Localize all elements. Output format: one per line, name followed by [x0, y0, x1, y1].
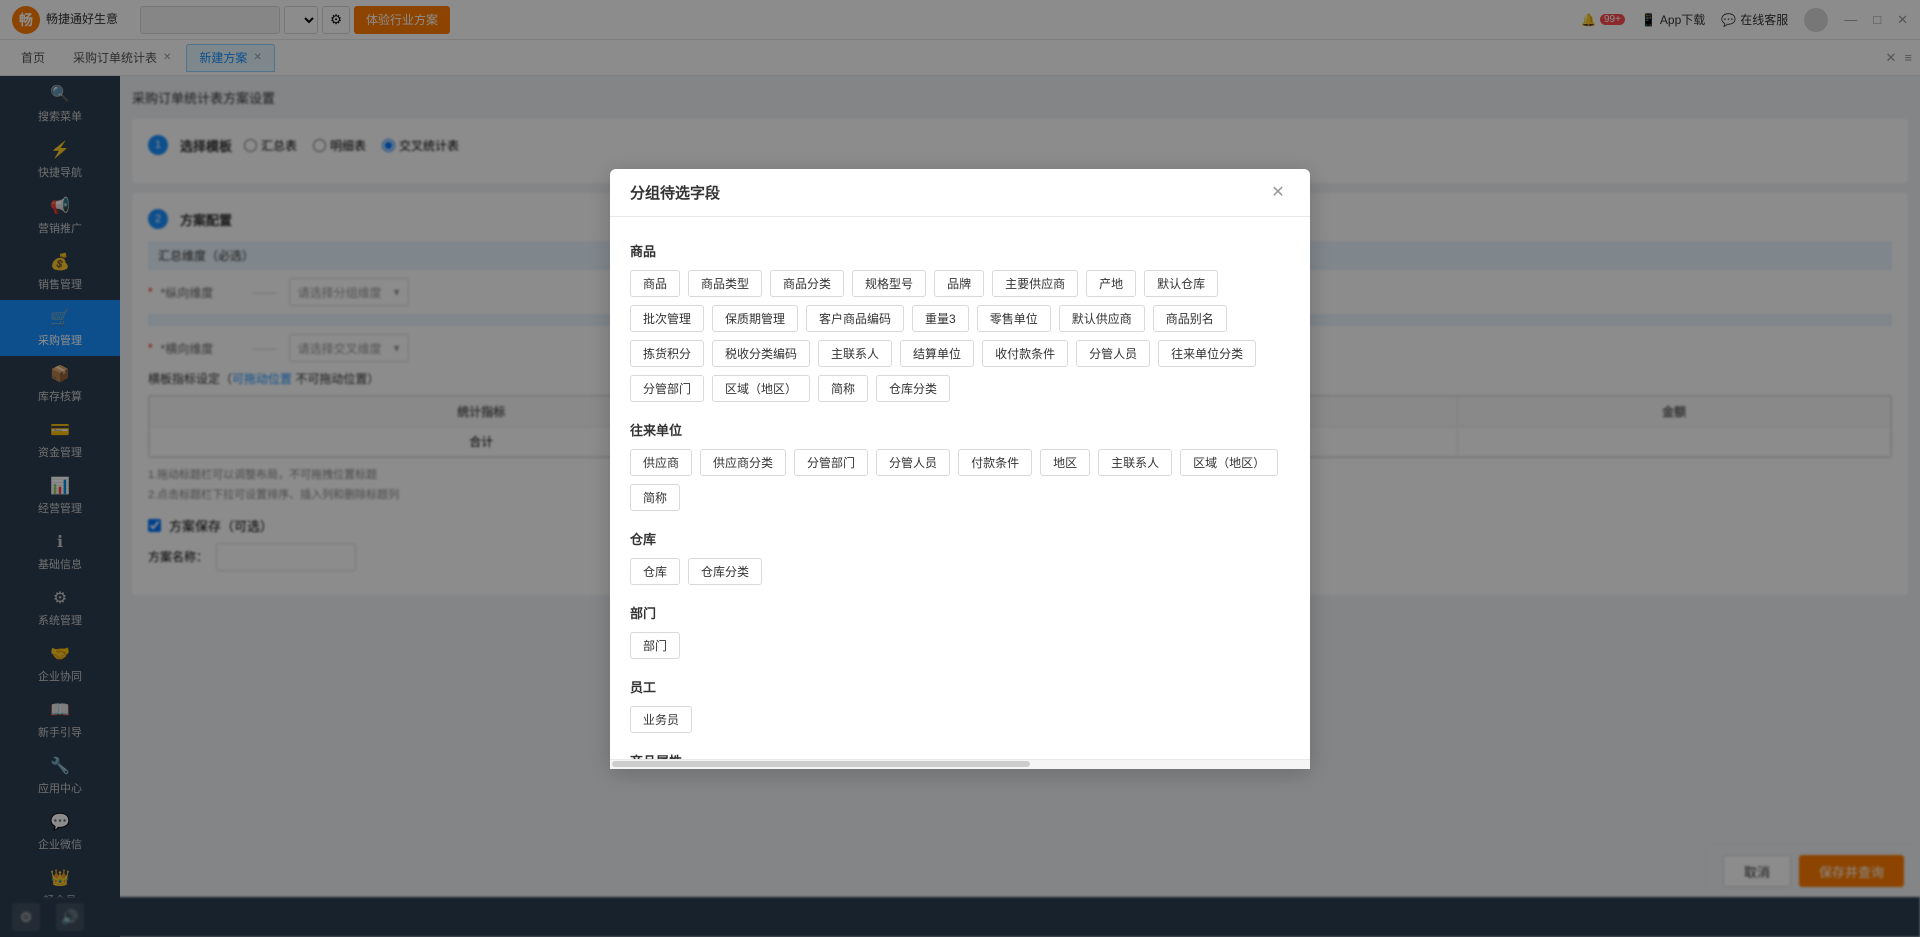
field-chip-settlement-unit[interactable]: 结算单位 — [900, 340, 974, 367]
field-chip-default-supplier[interactable]: 默认供应商 — [1059, 305, 1145, 332]
field-chip-main-contact2[interactable]: 主联系人 — [1098, 449, 1172, 476]
field-chip-batch-mgmt[interactable]: 批次管理 — [630, 305, 704, 332]
field-chip-counterpart-category[interactable]: 往来单位分类 — [1158, 340, 1256, 367]
modal-overlay: 分组待选字段 ✕ 商品 商品 商品类型 商品分类 规格型号 品牌 主要供应商 产… — [0, 0, 1920, 937]
field-chip-brand[interactable]: 品牌 — [934, 270, 984, 297]
field-chip-shelf-life[interactable]: 保质期管理 — [712, 305, 798, 332]
employee-fields: 业务员 — [630, 706, 1290, 733]
field-chip-default-warehouse[interactable]: 默认仓库 — [1144, 270, 1218, 297]
modal-header: 分组待选字段 ✕ — [610, 169, 1310, 217]
field-chip-payment-terms[interactable]: 收付款条件 — [982, 340, 1068, 367]
field-chip-short-name2[interactable]: 简称 — [630, 484, 680, 511]
group-title-product: 商品 — [630, 241, 1290, 260]
field-chip-region[interactable]: 区域（地区） — [712, 375, 810, 402]
field-chip-product-type[interactable]: 商品类型 — [688, 270, 762, 297]
modal-horizontal-scrollbar[interactable] — [610, 759, 1310, 769]
hscroll-thumb[interactable] — [612, 761, 1030, 767]
modal-title: 分组待选字段 — [630, 182, 720, 203]
modal-body: 商品 商品 商品类型 商品分类 规格型号 品牌 主要供应商 产地 默认仓库 批次… — [610, 217, 1310, 759]
field-chip-supplier-category[interactable]: 供应商分类 — [700, 449, 786, 476]
field-selection-modal: 分组待选字段 ✕ 商品 商品 商品类型 商品分类 规格型号 品牌 主要供应商 产… — [610, 169, 1310, 769]
department-fields: 部门 — [630, 632, 1290, 659]
field-chip-warehouse-category[interactable]: 仓库分类 — [876, 375, 950, 402]
field-chip-alias[interactable]: 商品别名 — [1153, 305, 1227, 332]
field-chip-main-contact[interactable]: 主联系人 — [818, 340, 892, 367]
field-chip-manage-person[interactable]: 分管人员 — [876, 449, 950, 476]
field-chip-region2[interactable]: 区域（地区） — [1180, 449, 1278, 476]
warehouse-fields: 仓库 仓库分类 — [630, 558, 1290, 585]
field-chip-warehouse-cat[interactable]: 仓库分类 — [688, 558, 762, 585]
field-chip-customer-code[interactable]: 客户商品编码 — [806, 305, 904, 332]
field-chip-origin[interactable]: 产地 — [1086, 270, 1136, 297]
modal-close-button[interactable]: ✕ — [1266, 180, 1290, 204]
group-title-warehouse: 仓库 — [630, 529, 1290, 548]
field-chip-charge-person[interactable]: 分管人员 — [1076, 340, 1150, 367]
field-chip-tax-code[interactable]: 税收分类编码 — [712, 340, 810, 367]
field-chip-manage-dept[interactable]: 分管部门 — [794, 449, 868, 476]
field-chip-spec[interactable]: 规格型号 — [852, 270, 926, 297]
field-chip-retail-unit[interactable]: 零售单位 — [977, 305, 1051, 332]
group-title-counterpart: 往来单位 — [630, 420, 1290, 439]
field-chip-area[interactable]: 地区 — [1040, 449, 1090, 476]
field-chip-warehouse[interactable]: 仓库 — [630, 558, 680, 585]
product-fields: 商品 商品类型 商品分类 规格型号 品牌 主要供应商 产地 默认仓库 批次管理 … — [630, 270, 1290, 402]
field-chip-weight[interactable]: 重量3 — [912, 305, 969, 332]
group-title-product-attr: 商品属性 — [630, 751, 1290, 759]
field-chip-main-supplier[interactable]: 主要供应商 — [992, 270, 1078, 297]
field-chip-payment-cond[interactable]: 付款条件 — [958, 449, 1032, 476]
field-chip-short-name[interactable]: 简称 — [818, 375, 868, 402]
group-title-department: 部门 — [630, 603, 1290, 622]
field-chip-product[interactable]: 商品 — [630, 270, 680, 297]
group-title-employee: 员工 — [630, 677, 1290, 696]
field-chip-dept[interactable]: 分管部门 — [630, 375, 704, 402]
counterpart-fields: 供应商 供应商分类 分管部门 分管人员 付款条件 地区 主联系人 区域（地区） … — [630, 449, 1290, 511]
field-chip-supplier[interactable]: 供应商 — [630, 449, 692, 476]
field-chip-pick-points[interactable]: 拣货积分 — [630, 340, 704, 367]
field-chip-sales-person[interactable]: 业务员 — [630, 706, 692, 733]
field-chip-department[interactable]: 部门 — [630, 632, 680, 659]
field-chip-product-category[interactable]: 商品分类 — [770, 270, 844, 297]
